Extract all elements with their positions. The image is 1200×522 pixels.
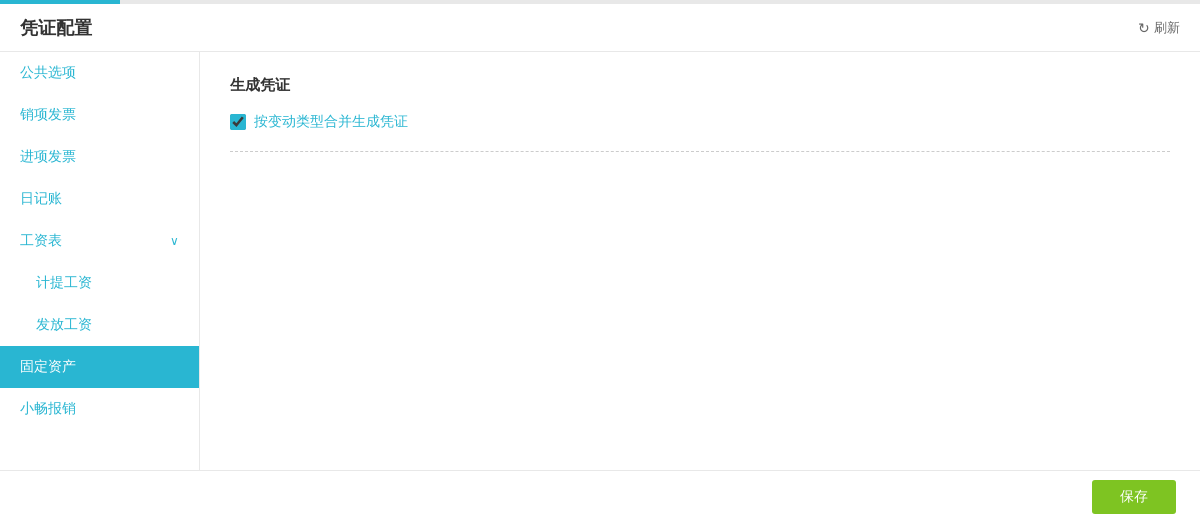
refresh-label: 刷新 — [1154, 19, 1180, 37]
sidebar-item-fixed-assets[interactable]: 固定资产 — [0, 346, 199, 388]
sidebar-item-label: 日记账 — [20, 190, 62, 208]
sidebar-item-purchase-invoice[interactable]: 进项发票 — [0, 136, 199, 178]
sidebar-item-public-options[interactable]: 公共选项 — [0, 52, 199, 94]
merge-by-type-checkbox[interactable] — [230, 114, 246, 130]
refresh-button[interactable]: ↻ 刷新 — [1138, 19, 1180, 37]
sidebar-item-label: 固定资产 — [20, 358, 76, 376]
sidebar: 公共选项 销项发票 进项发票 日记账 工资表 ∨ 计提工资 发放工资 固定资产 … — [0, 52, 200, 470]
sidebar-item-expense-reimbursement[interactable]: 小畅报销 — [0, 388, 199, 430]
refresh-icon: ↻ — [1138, 20, 1150, 36]
section-divider — [230, 151, 1170, 152]
save-button[interactable]: 保存 — [1092, 480, 1176, 514]
sidebar-item-issue-payroll[interactable]: 发放工资 — [0, 304, 199, 346]
sidebar-item-journal[interactable]: 日记账 — [0, 178, 199, 220]
chevron-down-icon: ∨ — [170, 234, 179, 248]
section-title: 生成凭证 — [230, 76, 1170, 95]
header: 凭证配置 ↻ 刷新 — [0, 4, 1200, 52]
sidebar-item-label: 公共选项 — [20, 64, 76, 82]
sidebar-item-label: 销项发票 — [20, 106, 76, 124]
merge-by-type-label[interactable]: 按变动类型合并生成凭证 — [254, 113, 408, 131]
footer: 保存 — [0, 470, 1200, 522]
sidebar-item-label: 工资表 — [20, 232, 62, 250]
sidebar-item-sales-invoice[interactable]: 销项发票 — [0, 94, 199, 136]
sidebar-item-label: 计提工资 — [36, 274, 92, 292]
sidebar-item-label: 进项发票 — [20, 148, 76, 166]
checkbox-row: 按变动类型合并生成凭证 — [230, 113, 1170, 131]
sidebar-item-payroll-table[interactable]: 工资表 ∨ — [0, 220, 199, 262]
page-title: 凭证配置 — [20, 16, 92, 40]
sidebar-item-label: 发放工资 — [36, 316, 92, 334]
content-area: 生成凭证 按变动类型合并生成凭证 — [200, 52, 1200, 470]
sidebar-item-label: 小畅报销 — [20, 400, 76, 418]
sidebar-item-commission-payroll[interactable]: 计提工资 — [0, 262, 199, 304]
main-layout: 公共选项 销项发票 进项发票 日记账 工资表 ∨ 计提工资 发放工资 固定资产 … — [0, 52, 1200, 470]
